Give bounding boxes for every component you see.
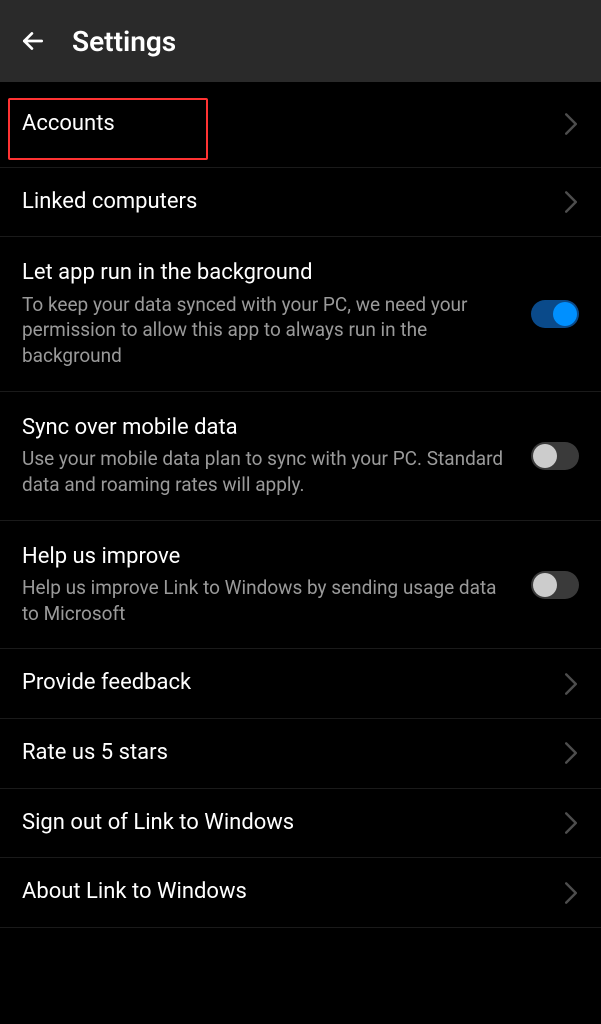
setting-content: Let app run in the background To keep yo… bbox=[22, 259, 531, 369]
setting-title: Sign out of Link to Windows bbox=[22, 809, 543, 838]
setting-subtitle: Help us improve Link to Windows by sendi… bbox=[22, 575, 511, 626]
chevron-right-icon bbox=[563, 190, 579, 214]
setting-signout[interactable]: Sign out of Link to Windows bbox=[0, 789, 601, 859]
setting-subtitle: Use your mobile data plan to sync with y… bbox=[22, 446, 511, 497]
chevron-right-icon bbox=[563, 112, 579, 136]
chevron-right-icon bbox=[563, 672, 579, 696]
setting-title: About Link to Windows bbox=[22, 878, 543, 907]
setting-title: Sync over mobile data bbox=[22, 414, 511, 443]
setting-about[interactable]: About Link to Windows bbox=[0, 858, 601, 928]
setting-rate[interactable]: Rate us 5 stars bbox=[0, 719, 601, 789]
setting-content: Sync over mobile data Use your mobile da… bbox=[22, 414, 531, 498]
toggle-knob bbox=[533, 444, 557, 468]
toggle-knob bbox=[553, 302, 577, 326]
setting-title: Accounts bbox=[22, 110, 543, 139]
setting-content: Help us improve Help us improve Link to … bbox=[22, 543, 531, 627]
setting-content: Provide feedback bbox=[22, 669, 563, 698]
setting-content: About Link to Windows bbox=[22, 878, 563, 907]
chevron-right-icon bbox=[563, 741, 579, 765]
setting-linked-computers[interactable]: Linked computers bbox=[0, 168, 601, 238]
setting-content: Linked computers bbox=[22, 188, 563, 217]
setting-title: Rate us 5 stars bbox=[22, 739, 543, 768]
chevron-right-icon bbox=[563, 811, 579, 835]
setting-sync-mobile[interactable]: Sync over mobile data Use your mobile da… bbox=[0, 392, 601, 521]
setting-content: Accounts bbox=[22, 110, 563, 139]
setting-title: Help us improve bbox=[22, 543, 511, 572]
setting-title: Provide feedback bbox=[22, 669, 543, 698]
setting-content: Sign out of Link to Windows bbox=[22, 809, 563, 838]
back-button[interactable] bbox=[20, 28, 46, 54]
arrow-left-icon bbox=[20, 28, 46, 54]
setting-title: Let app run in the background bbox=[22, 259, 511, 288]
page-title: Settings bbox=[72, 25, 176, 58]
setting-accounts[interactable]: Accounts bbox=[0, 82, 601, 168]
toggle-sync-mobile[interactable] bbox=[531, 442, 579, 470]
toggle-background[interactable] bbox=[531, 300, 579, 328]
setting-title: Linked computers bbox=[22, 188, 543, 217]
settings-list: Accounts Linked computers Let app run in… bbox=[0, 82, 601, 928]
setting-feedback[interactable]: Provide feedback bbox=[0, 649, 601, 719]
setting-subtitle: To keep your data synced with your PC, w… bbox=[22, 292, 511, 369]
setting-background[interactable]: Let app run in the background To keep yo… bbox=[0, 237, 601, 392]
header: Settings bbox=[0, 0, 601, 82]
toggle-knob bbox=[533, 573, 557, 597]
chevron-right-icon bbox=[563, 881, 579, 905]
toggle-help-improve[interactable] bbox=[531, 571, 579, 599]
setting-help-improve[interactable]: Help us improve Help us improve Link to … bbox=[0, 521, 601, 650]
setting-content: Rate us 5 stars bbox=[22, 739, 563, 768]
